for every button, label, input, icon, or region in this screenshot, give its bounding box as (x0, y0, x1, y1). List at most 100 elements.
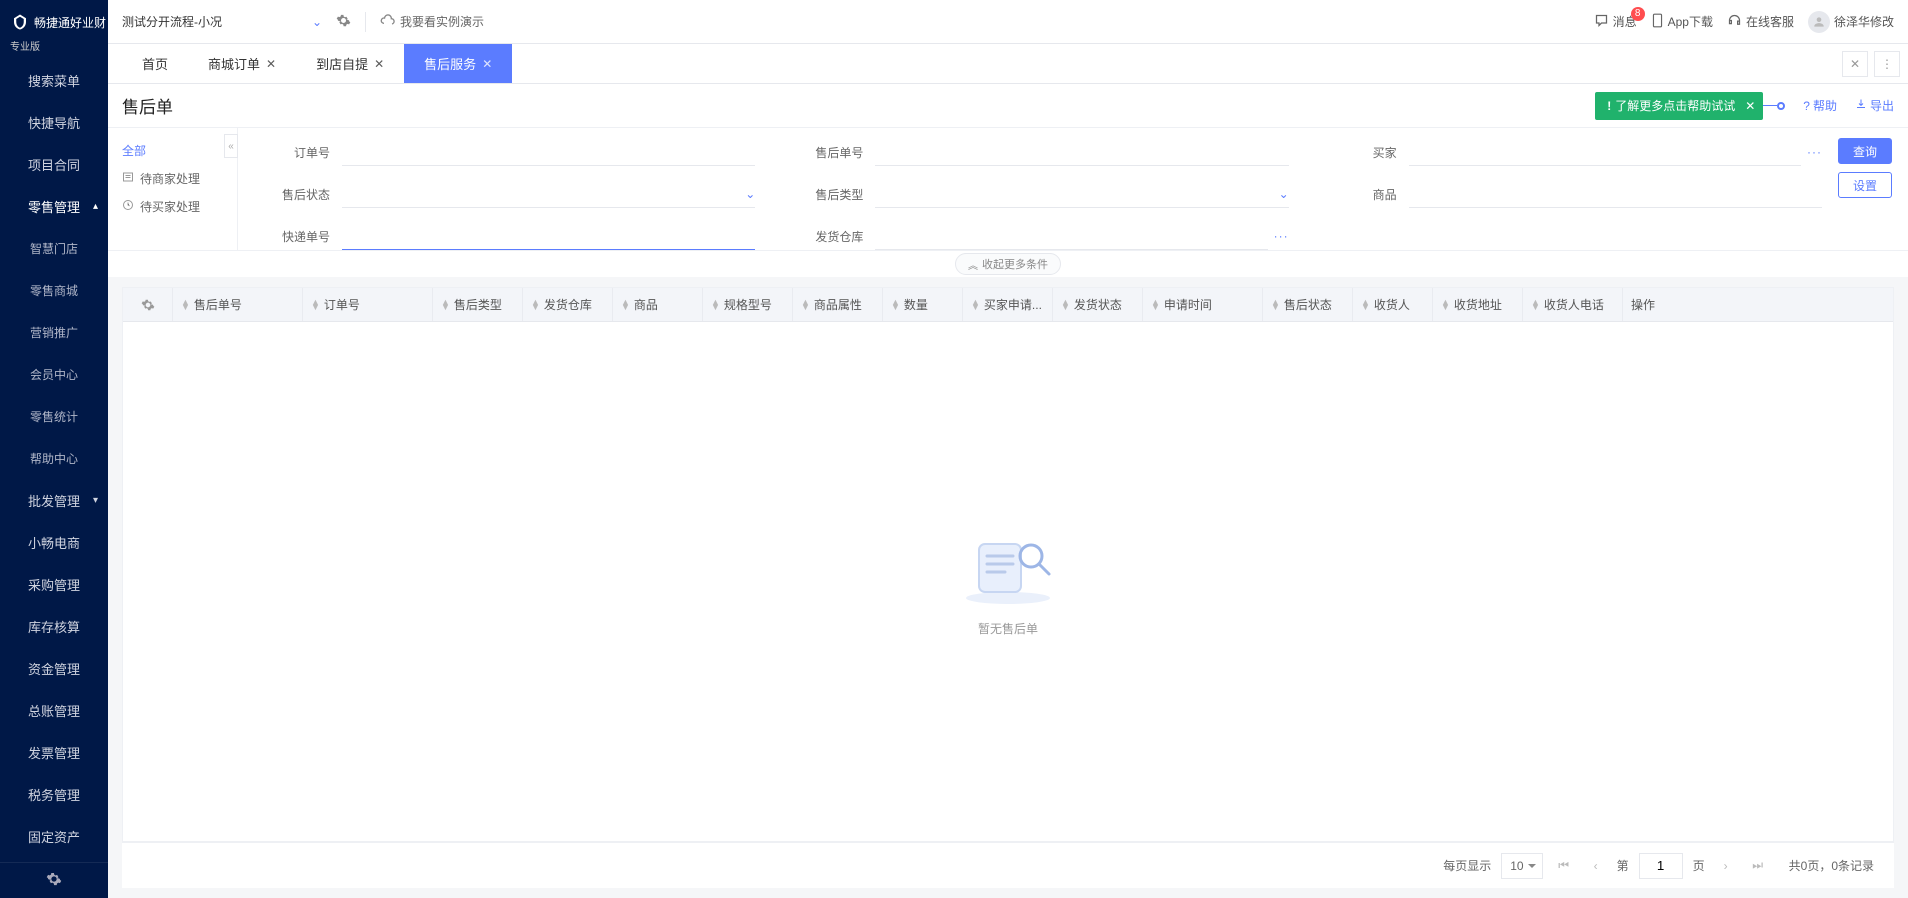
settings-button[interactable]: 设置 (1838, 172, 1892, 198)
sort-icon: ▲▼ (1361, 300, 1370, 310)
input-goods[interactable] (1409, 180, 1822, 208)
filter-cat-all[interactable]: 全部 (108, 136, 237, 164)
label-after-type: 售后类型 (795, 186, 863, 203)
close-icon[interactable]: ✕ (1745, 99, 1755, 113)
sidebar-item[interactable]: 资金管理 (0, 647, 108, 689)
sidebar-subitem[interactable]: 零售商城 (0, 269, 108, 311)
close-icon[interactable]: ✕ (374, 57, 384, 71)
filter-cat-buyer[interactable]: 待买家处理 (108, 192, 237, 220)
sidebar-subitem[interactable]: 智慧门店 (0, 227, 108, 269)
column-header[interactable]: ▲▼数量 (883, 288, 963, 321)
sidebar-item[interactable]: 库存核算 (0, 605, 108, 647)
sidebar-item[interactable]: 税务管理 (0, 773, 108, 815)
gear-icon (46, 871, 62, 890)
input-buyer[interactable] (1409, 138, 1801, 166)
sidebar-item[interactable]: 项目合同 (0, 143, 108, 185)
sidebar-item[interactable]: 固定资产 (0, 815, 108, 857)
sidebar-item[interactable]: 工资 (0, 857, 108, 862)
column-header[interactable]: ▲▼售后类型 (433, 288, 523, 321)
page-prefix: 第 (1617, 857, 1629, 874)
column-header[interactable]: 操作 (1623, 288, 1893, 321)
select-after-status[interactable]: ⌄ (342, 180, 755, 208)
tab[interactable]: 售后服务✕ (404, 44, 512, 83)
online-service-button[interactable]: 在线客服 (1727, 13, 1794, 31)
page-input[interactable] (1639, 853, 1683, 879)
column-header[interactable]: ▲▼发货仓库 (523, 288, 613, 321)
column-label: 商品 (634, 296, 658, 313)
app-download-button[interactable]: App下载 (1651, 13, 1713, 31)
column-header[interactable]: ▲▼售后单号 (173, 288, 303, 321)
column-label: 收货地址 (1454, 296, 1502, 313)
tab[interactable]: 商城订单✕ (188, 44, 296, 83)
column-header[interactable]: ▲▼发货状态 (1053, 288, 1143, 321)
sidebar-item[interactable]: 采购管理 (0, 563, 108, 605)
sort-icon: ▲▼ (1151, 300, 1160, 310)
column-header[interactable]: ▲▼买家申请... (963, 288, 1053, 321)
input-order-no[interactable] (342, 138, 755, 166)
sidebar-subitem[interactable]: 帮助中心 (0, 437, 108, 479)
messages-button[interactable]: 消息 8 (1594, 13, 1637, 31)
export-button[interactable]: 导出 (1855, 97, 1894, 114)
filter-cat-seller[interactable]: 待商家处理 (108, 164, 237, 192)
next-page-button[interactable]: › (1715, 855, 1737, 877)
collapse-more-button[interactable]: ︽ 收起更多条件 (955, 253, 1061, 275)
label-order-no: 订单号 (262, 144, 330, 161)
tab-more[interactable]: ⋮ (1874, 51, 1900, 77)
filter-left-collapse[interactable]: « (224, 134, 238, 158)
demo-link[interactable]: 我要看实例演示 (380, 13, 484, 30)
sidebar-subitem[interactable]: 零售统计 (0, 395, 108, 437)
tab[interactable]: 到店自提✕ (296, 44, 404, 83)
sidebar-item[interactable]: 快捷导航 (0, 101, 108, 143)
column-header[interactable]: ▲▼ 规格型号 (703, 288, 793, 321)
per-page-select[interactable]: 10 (1501, 853, 1542, 879)
data-table: ▲▼售后单号▲▼订单号▲▼售后类型▲▼发货仓库▲▼商品▲▼规格型号▲▼商品属性▲… (122, 287, 1894, 842)
tab-close-all[interactable]: ✕ (1842, 51, 1868, 77)
label-after-no: 售后单号 (795, 144, 863, 161)
query-button[interactable]: 查询 (1838, 138, 1892, 164)
sidebar-item[interactable]: 零售管理▴ (0, 185, 108, 227)
sidebar-item[interactable]: 发票管理 (0, 731, 108, 773)
page-title: 售后单 (122, 93, 173, 118)
first-page-button[interactable]: ⏮ (1553, 855, 1575, 877)
last-page-button[interactable]: ⏭ (1747, 855, 1769, 877)
select-after-type[interactable]: ⌄ (875, 180, 1288, 208)
column-label: 售后状态 (1284, 296, 1332, 313)
column-header[interactable]: ▲▼收货人电话 (1523, 288, 1623, 321)
column-header[interactable]: ▲▼收货地址 (1433, 288, 1523, 321)
tab[interactable]: 首页 (122, 44, 188, 83)
sidebar-item[interactable]: 批发管理▾ (0, 479, 108, 521)
empty-state-illustration (953, 526, 1063, 606)
input-after-no[interactable] (875, 138, 1288, 166)
column-label: 规格型号 (724, 296, 772, 313)
filter-buyer-label: 待买家处理 (140, 198, 200, 215)
sort-icon: ▲▼ (711, 300, 720, 310)
input-express-no[interactable] (342, 222, 755, 250)
topbar: 测试分开流程-小况 ⌄ 我要看实例演示 消息 8 (108, 0, 1908, 44)
column-header[interactable]: ▲▼订单号 (303, 288, 433, 321)
column-header[interactable]: ▲▼商品属性 (793, 288, 883, 321)
sidebar-item[interactable]: 总账管理 (0, 689, 108, 731)
input-ship-wh[interactable] (875, 222, 1267, 250)
sort-icon: ▲▼ (181, 300, 190, 310)
user-menu[interactable]: 徐泽华修改 (1808, 11, 1894, 33)
column-header[interactable]: ▲▼申请时间 (1143, 288, 1263, 321)
column-header[interactable]: ▲▼商品 (613, 288, 703, 321)
list-icon (122, 171, 134, 186)
column-header[interactable]: ▲▼售后状态 (1263, 288, 1353, 321)
buyer-picker-icon[interactable]: ··· (1807, 145, 1822, 159)
sidebar-subitem[interactable]: 营销推广 (0, 311, 108, 353)
close-icon[interactable]: ✕ (482, 57, 492, 71)
warehouse-picker-icon[interactable]: ··· (1274, 229, 1289, 243)
prev-page-button[interactable]: ‹ (1585, 855, 1607, 877)
column-header[interactable]: ▲▼收货人 (1353, 288, 1433, 321)
close-icon[interactable]: ✕ (266, 57, 276, 71)
tab-bar: 首页商城订单✕到店自提✕售后服务✕✕⋮ (108, 44, 1908, 84)
tenant-selector[interactable]: 测试分开流程-小况 ⌄ (122, 13, 322, 30)
sidebar-item[interactable]: 搜索菜单 (0, 59, 108, 101)
tenant-settings-icon[interactable] (336, 13, 351, 31)
help-button[interactable]: ? 帮助 (1803, 97, 1837, 114)
sidebar-settings[interactable] (0, 862, 108, 898)
column-settings[interactable] (123, 288, 173, 321)
sidebar-item[interactable]: 小畅电商 (0, 521, 108, 563)
sidebar-subitem[interactable]: 会员中心 (0, 353, 108, 395)
